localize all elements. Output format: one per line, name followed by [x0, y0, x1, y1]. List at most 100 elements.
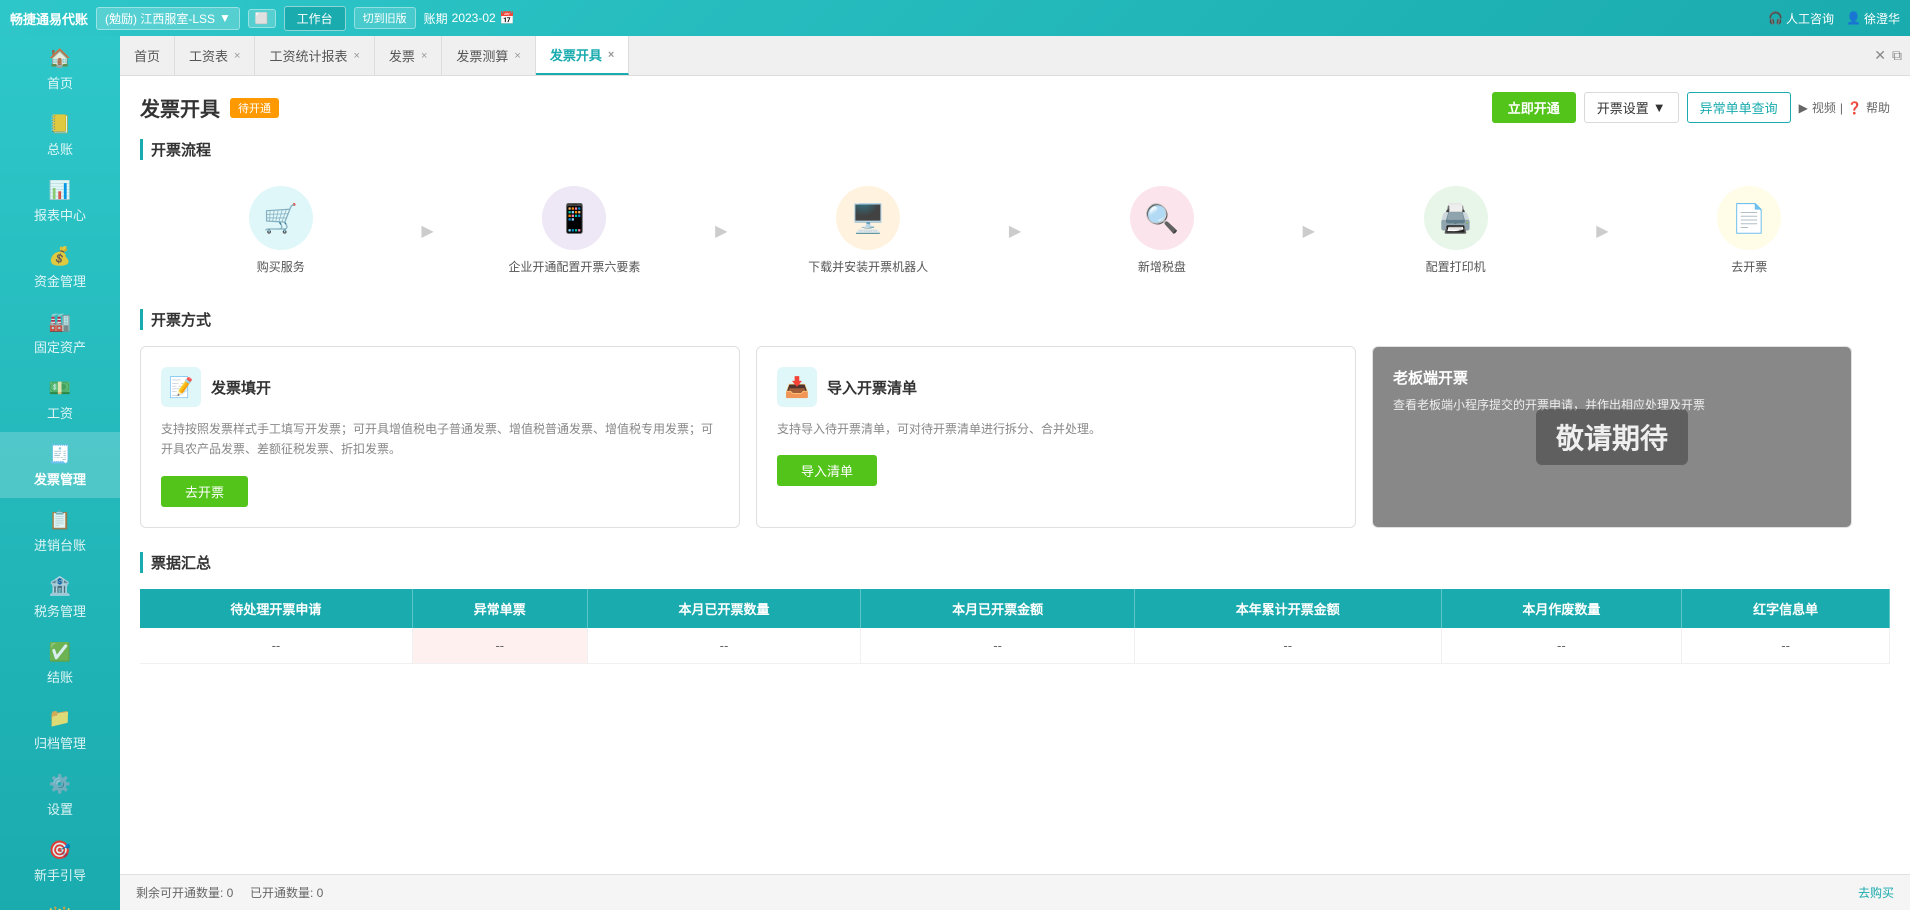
process-step-label-0: 购买服务	[257, 258, 305, 275]
sidebar-item-assets[interactable]: 🏭 固定资产	[0, 300, 120, 366]
tab-close-icon[interactable]: ×	[234, 50, 240, 62]
manual-card-header: 📝 发票填开	[161, 367, 719, 407]
restore-icon[interactable]: ⧉	[1892, 47, 1902, 64]
sidebar-label-tax: 税务管理	[34, 601, 86, 620]
process-arrow-1: ▶	[715, 221, 727, 241]
sidebar-item-payroll[interactable]: 💵 工资	[0, 366, 120, 432]
summary-cell-6: --	[1682, 628, 1890, 664]
page-title-area: 发票开具 待开通	[140, 93, 279, 122]
help-icon[interactable]: ❓	[1847, 101, 1862, 115]
import-card-title: 导入开票清单	[827, 377, 917, 398]
summary-cell-0: --	[140, 628, 412, 664]
tab-close-icon[interactable]: ×	[514, 50, 520, 62]
tab-发票开具[interactable]: 发票开具×	[536, 36, 629, 75]
page-content: 发票开具 待开通 立即开通 开票设置 ▼ 异常单单查询 ▶ 视频 | ❓	[120, 76, 1910, 874]
sidebar-item-settings[interactable]: ⚙️ 设置	[0, 762, 120, 828]
copy-button[interactable]: ⬜	[248, 9, 276, 28]
sidebar-item-reports[interactable]: 📊 报表中心	[0, 168, 120, 234]
sidebar-item-funds[interactable]: 💰 资金管理	[0, 234, 120, 300]
used-quota: 已开通数量: 0	[250, 886, 323, 900]
closing-icon: ✅	[49, 642, 71, 663]
company-selector[interactable]: (勉励) 江西服室-LSS ▼	[96, 7, 240, 30]
tab-close-icon[interactable]: ×	[421, 50, 427, 62]
page-title: 发票开具	[140, 93, 220, 122]
period-value: 2023-02	[452, 11, 496, 25]
old-version-button[interactable]: 切到旧版	[354, 7, 416, 29]
summary-col-1: 异常单票	[412, 589, 587, 628]
tax-icon: 🏦	[49, 576, 71, 597]
home-icon: 🏠	[49, 48, 71, 69]
process-section-title: 开票流程	[140, 139, 1890, 160]
sidebar-label-closing: 结账	[47, 667, 73, 686]
process-step-label-3: 新增税盘	[1138, 258, 1186, 275]
sidebar-item-home[interactable]: 🏠 首页	[0, 36, 120, 102]
calendar-icon[interactable]: 📅	[500, 11, 515, 25]
main-layout: 🏠 首页📒 总账📊 报表中心💰 资金管理🏭 固定资产💵 工资🧾 发票管理📋 进销…	[0, 36, 1910, 910]
tab-首页[interactable]: 首页	[120, 36, 175, 75]
tab-close-icon[interactable]: ×	[353, 50, 359, 62]
process-step-3[interactable]: 🔍 新增税盘	[1021, 186, 1302, 275]
top-bar: 畅捷通易代账 (勉励) 江西服室-LSS ▼ ⬜ 工作台 切到旧版 账期 202…	[0, 0, 1910, 36]
sidebar-label-home: 首页	[47, 73, 73, 92]
tab-工资表[interactable]: 工资表×	[175, 36, 255, 75]
sales-icon: 📋	[49, 510, 71, 531]
sidebar-item-vip[interactable]: 👑 畅会员	[0, 894, 120, 910]
tab-发票[interactable]: 发票×	[375, 36, 442, 75]
guide-icon: 🎯	[49, 840, 71, 861]
exception-query-button[interactable]: 异常单单查询	[1687, 92, 1791, 123]
sidebar-item-guide[interactable]: 🎯 新手引导	[0, 828, 120, 894]
process-step-icon-5: 📄	[1717, 186, 1781, 250]
tab-close-icon[interactable]: ×	[608, 49, 614, 61]
process-step-0[interactable]: 🛒 购买服务	[140, 186, 421, 275]
workspace-button[interactable]: 工作台	[284, 6, 346, 31]
process-step-label-5: 去开票	[1731, 258, 1767, 275]
buy-link[interactable]: 去购买	[1858, 884, 1894, 901]
sidebar-item-tax[interactable]: 🏦 税务管理	[0, 564, 120, 630]
immediate-open-button[interactable]: 立即开通	[1492, 92, 1576, 123]
coming-soon-overlay: 敬请期待	[1536, 409, 1688, 465]
consult-button[interactable]: 🎧 人工咨询	[1768, 10, 1834, 27]
video-icon[interactable]: ▶	[1799, 101, 1808, 115]
sidebar-item-sales[interactable]: 📋 进销台账	[0, 498, 120, 564]
process-arrow-2: ▶	[1009, 221, 1021, 241]
summary-col-2: 本月已开票数量	[587, 589, 861, 628]
user-profile[interactable]: 👤 徐澄华	[1846, 10, 1900, 27]
process-step-1[interactable]: 📱 企业开通配置开票六要素	[434, 186, 715, 275]
manual-icon: 📝	[169, 375, 194, 400]
sidebar-item-archive[interactable]: 📁 归档管理	[0, 696, 120, 762]
process-step-4[interactable]: 🖨️ 配置打印机	[1315, 186, 1596, 275]
manual-card-icon: 📝	[161, 367, 201, 407]
period-info: 账期 2023-02 📅	[424, 10, 515, 27]
import-open-button[interactable]: 导入清单	[777, 455, 877, 486]
process-step-icon-3: 🔍	[1130, 186, 1194, 250]
sidebar-label-assets: 固定资产	[34, 337, 86, 356]
reports-icon: 📊	[49, 180, 71, 201]
close-icon[interactable]: ✕	[1874, 47, 1886, 64]
bottom-bar-info: 剩余可开通数量: 0 已开通数量: 0	[136, 884, 323, 901]
process-step-icon-2: 🖥️	[836, 186, 900, 250]
sidebar-item-closing[interactable]: ✅ 结账	[0, 630, 120, 696]
tab-label: 首页	[134, 46, 160, 65]
process-step-5[interactable]: 📄 去开票	[1609, 186, 1890, 275]
tab-发票测算[interactable]: 发票测算×	[442, 36, 535, 75]
summary-table: 待处理开票申请异常单票本月已开票数量本月已开票金额本年累计开票金额本月作废数量红…	[140, 589, 1890, 664]
process-arrow-4: ▶	[1596, 221, 1608, 241]
status-badge: 待开通	[230, 98, 279, 118]
sidebar-label-invoice: 发票管理	[34, 469, 86, 488]
open-settings-button[interactable]: 开票设置 ▼	[1584, 92, 1679, 123]
summary-section-title: 票据汇总	[140, 552, 1890, 573]
process-step-label-1: 企业开通配置开票六要素	[508, 258, 640, 275]
ledger-icon: 📒	[49, 114, 71, 135]
sidebar-item-ledger[interactable]: 📒 总账	[0, 102, 120, 168]
tab-工资统计报表[interactable]: 工资统计报表 ×	[255, 36, 374, 75]
process-step-2[interactable]: 🖥️ 下载并安装开票机器人	[727, 186, 1008, 275]
process-step-label-2: 下载并安装开票机器人	[808, 258, 928, 275]
import-billing-card: 📥 导入开票清单 支持导入待开票清单，可对待开票清单进行拆分、合并处理。 导入清…	[756, 346, 1356, 528]
manual-open-button[interactable]: 去开票	[161, 476, 248, 507]
page-header: 发票开具 待开通 立即开通 开票设置 ▼ 异常单单查询 ▶ 视频 | ❓	[140, 92, 1890, 123]
chevron-down-icon: ▼	[219, 11, 231, 25]
process-arrow-0: ▶	[421, 221, 433, 241]
tab-label: 工资统计报表	[269, 46, 347, 65]
sidebar-item-invoice[interactable]: 🧾 发票管理	[0, 432, 120, 498]
archive-icon: 📁	[49, 708, 71, 729]
